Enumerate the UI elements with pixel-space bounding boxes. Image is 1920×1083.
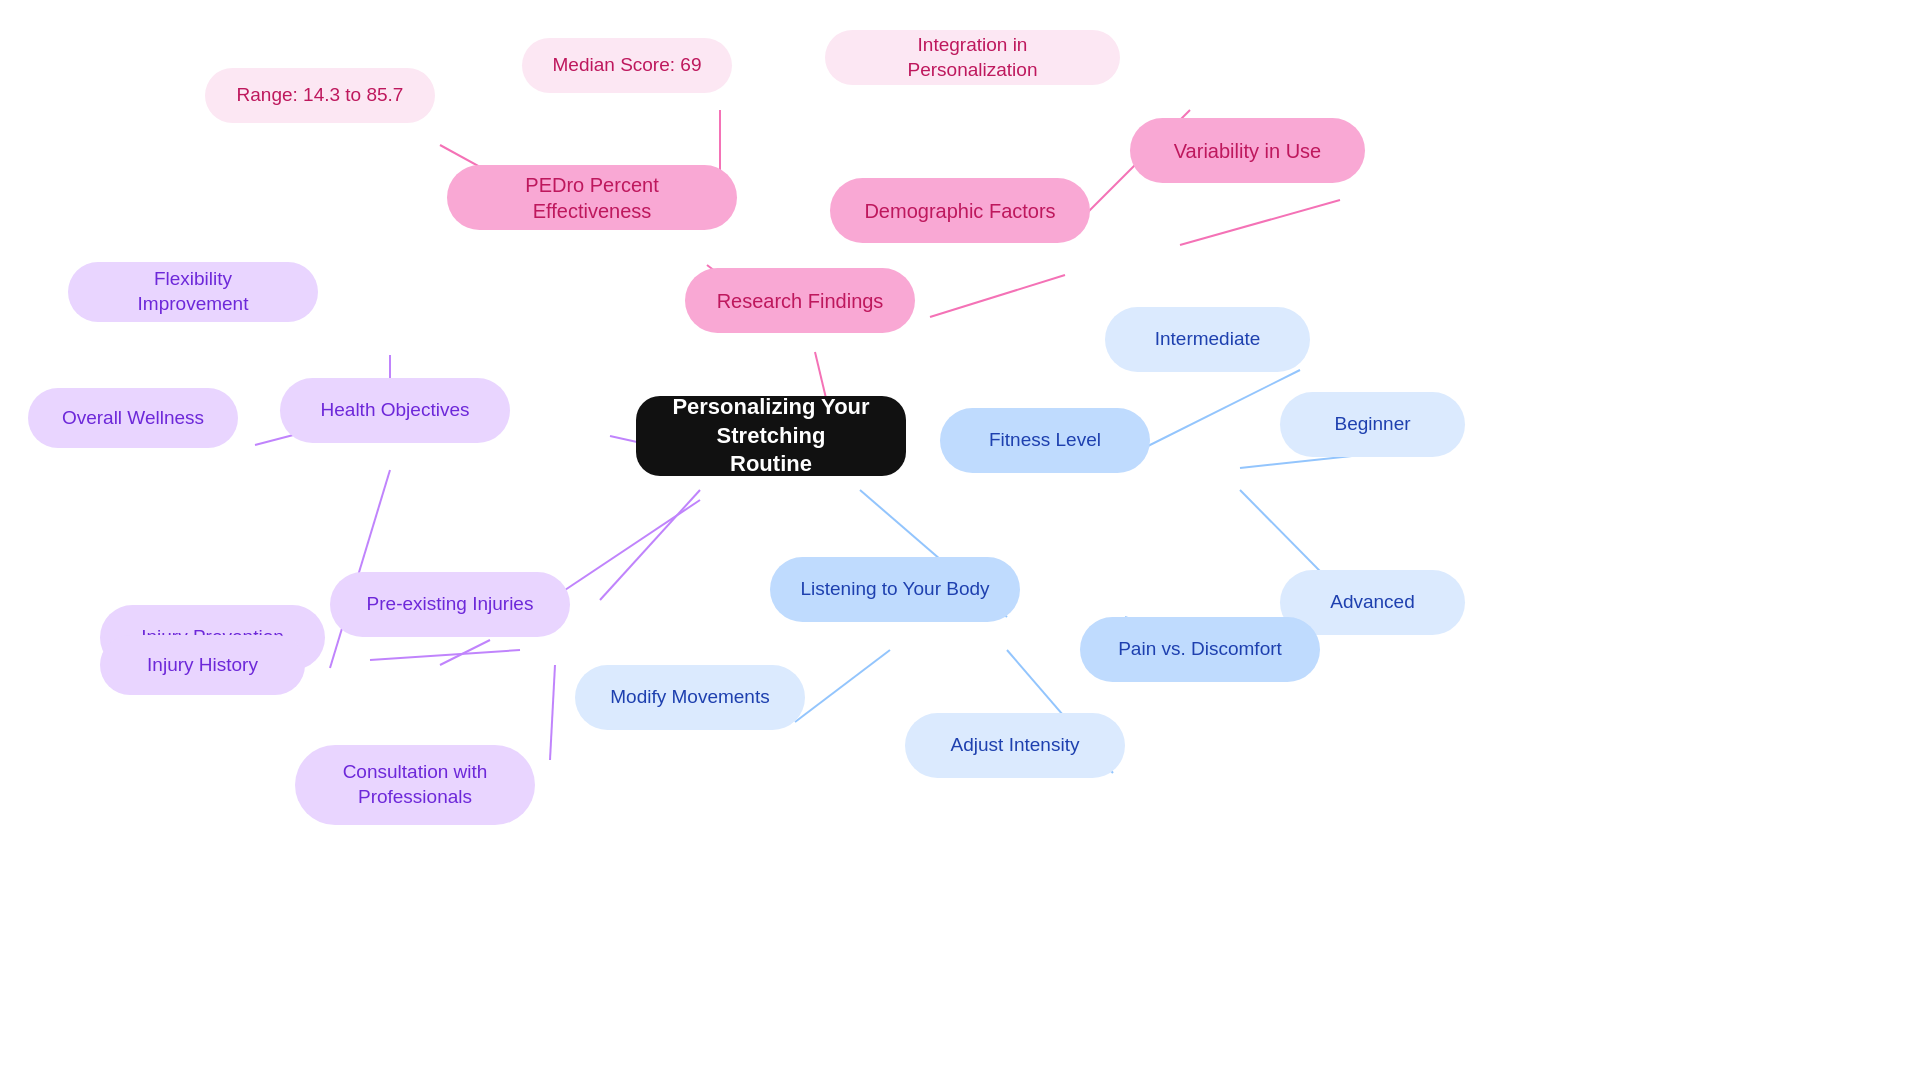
- modify-label: Modify Movements: [610, 685, 769, 710]
- pre-existing-label: Pre-existing Injuries: [367, 592, 534, 617]
- pedro-label: PEDro Percent Effectiveness: [475, 172, 709, 224]
- intermediate-label: Intermediate: [1155, 327, 1261, 352]
- range-label: Range: 14.3 to 85.7: [237, 83, 404, 108]
- svg-line-6: [1180, 200, 1340, 245]
- injury-history-label: Injury History: [147, 653, 258, 678]
- flexibility-node: Flexibility Improvement: [68, 262, 318, 322]
- listening-node: Listening to Your Body: [770, 557, 1020, 622]
- center-label: Personalizing Your Stretching Routine: [664, 393, 878, 479]
- range-node: Range: 14.3 to 85.7: [205, 68, 435, 123]
- fitness-level-node: Fitness Level: [940, 408, 1150, 473]
- beginner-label: Beginner: [1334, 412, 1410, 437]
- svg-line-12: [440, 640, 490, 665]
- listening-label: Listening to Your Body: [800, 577, 989, 602]
- consultation-node: Consultation with Professionals: [295, 745, 535, 825]
- svg-line-4: [930, 275, 1065, 317]
- variability-node: Variability in Use: [1130, 118, 1365, 183]
- fitness-level-label: Fitness Level: [989, 428, 1101, 453]
- research-findings-label: Research Findings: [717, 288, 884, 314]
- svg-line-21: [795, 650, 890, 722]
- health-objectives-label: Health Objectives: [321, 398, 470, 423]
- flexibility-label: Flexibility Improvement: [96, 267, 290, 316]
- demographic-factors-node: Demographic Factors: [830, 178, 1090, 243]
- pain-label: Pain vs. Discomfort: [1118, 637, 1282, 662]
- center-node: Personalizing Your Stretching Routine: [636, 396, 906, 476]
- demographic-label: Demographic Factors: [864, 198, 1055, 224]
- research-findings-node: Research Findings: [685, 268, 915, 333]
- advanced-label: Advanced: [1330, 590, 1415, 615]
- beginner-node: Beginner: [1280, 392, 1465, 457]
- integration-label: Integration in Personalization: [853, 33, 1092, 82]
- svg-line-15: [1140, 370, 1300, 450]
- pre-existing-injuries-node: Pre-existing Injuries: [330, 572, 570, 637]
- svg-line-11: [600, 490, 700, 600]
- modify-movements-node: Modify Movements: [575, 665, 805, 730]
- intermediate-node: Intermediate: [1105, 307, 1310, 372]
- integration-node: Integration in Personalization: [825, 30, 1120, 85]
- pain-discomfort-node: Pain vs. Discomfort: [1080, 617, 1320, 682]
- health-objectives-node: Health Objectives: [280, 378, 510, 443]
- median-label: Median Score: 69: [553, 53, 702, 78]
- pedro-node: PEDro Percent Effectiveness: [447, 165, 737, 230]
- consultation-label: Consultation with Professionals: [343, 760, 488, 809]
- overall-wellness-node: Overall Wellness: [28, 388, 238, 448]
- adjust-label: Adjust Intensity: [951, 733, 1080, 758]
- svg-line-10: [330, 470, 390, 668]
- adjust-intensity-node: Adjust Intensity: [905, 713, 1125, 778]
- median-score-node: Median Score: 69: [522, 38, 732, 93]
- injury-history-node: Injury History: [100, 635, 305, 695]
- overall-wellness-label: Overall Wellness: [62, 406, 204, 431]
- svg-line-13: [550, 665, 555, 760]
- svg-line-23: [370, 650, 520, 660]
- mind-map-connections: [0, 0, 1920, 1083]
- variability-label: Variability in Use: [1174, 138, 1321, 164]
